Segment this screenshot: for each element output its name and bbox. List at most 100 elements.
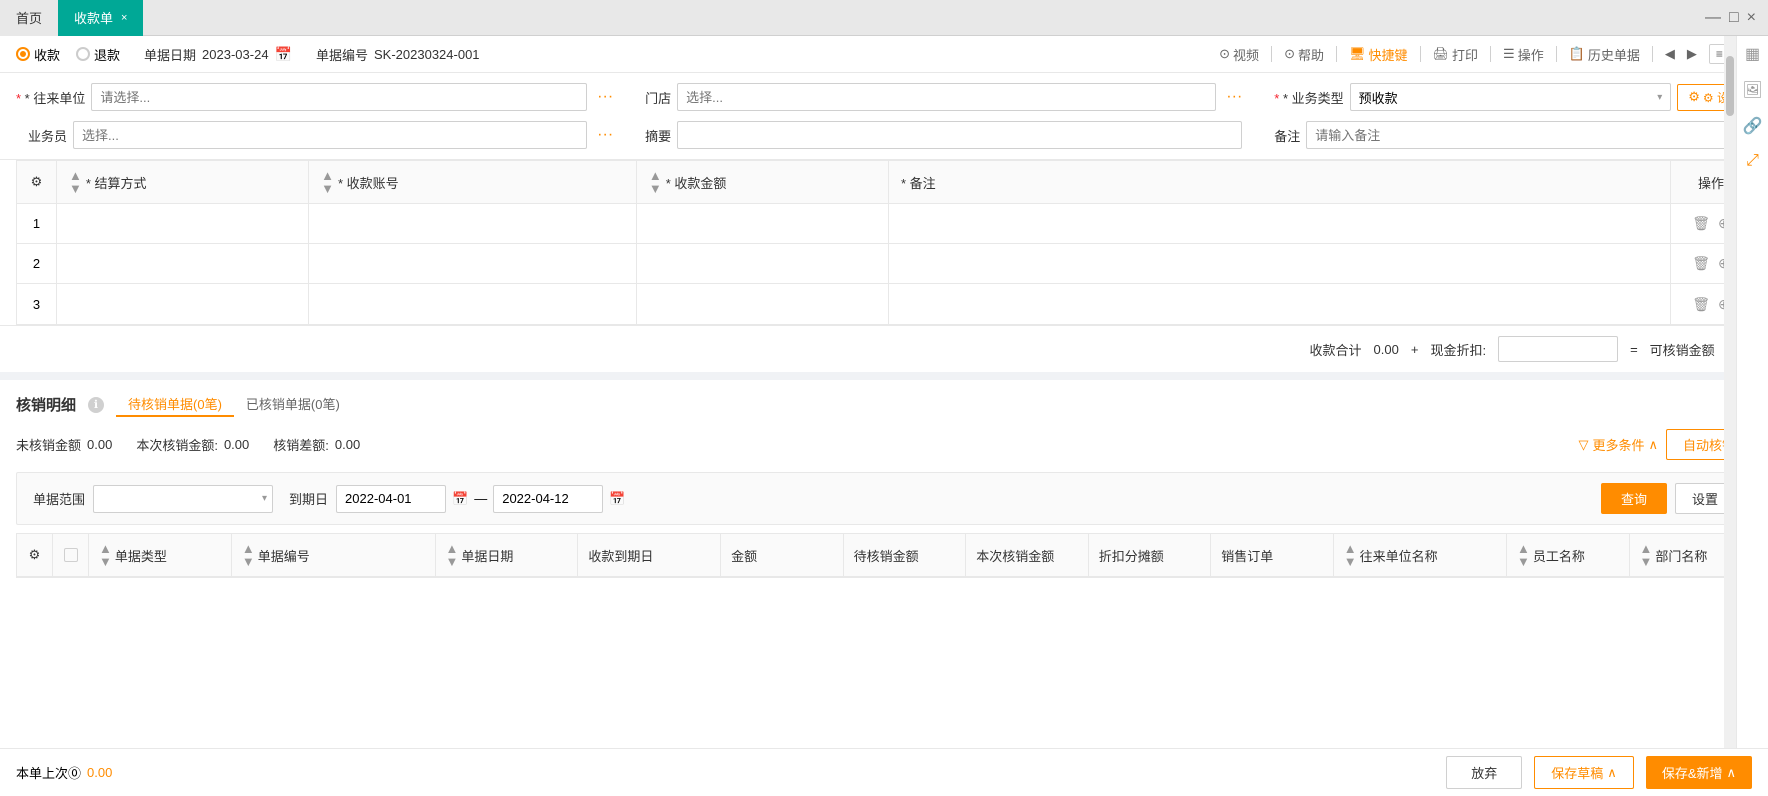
save-chevron-icon: ∧: [1726, 765, 1736, 781]
nav-next-icon[interactable]: ▶: [1687, 46, 1697, 62]
radio-refund[interactable]: 退款: [76, 45, 120, 64]
biz-type-chevron-icon: ▾: [1657, 92, 1662, 103]
form-fields: * 往来单位 ··· 门店 ··· * 业务类型 预收款 ▾ ⚙ ⚙ 设置: [0, 73, 1768, 160]
link-icon[interactable]: 🔗: [1743, 116, 1763, 136]
td-remark-3[interactable]: [889, 284, 1671, 324]
col-checkbox: [53, 534, 89, 576]
date-range-separator: —: [474, 491, 487, 506]
td-amount-1[interactable]: [637, 204, 889, 243]
right-sidebar: ▦ 🖼 🔗 ⤢: [1736, 36, 1768, 748]
stats-row: 未核销金额 0.00 本次核销金额: 0.00 核销差额: 0.00 ▽ 更多条…: [16, 429, 1752, 460]
expand-icon[interactable]: ⤢: [1746, 152, 1759, 170]
radio-receive[interactable]: 收款: [16, 45, 60, 64]
td-amount-2[interactable]: [637, 244, 889, 283]
td-no-3: 3: [17, 284, 57, 324]
save-draft-button[interactable]: 保存草稿 ∧: [1534, 756, 1634, 789]
col-remark-header: * 备注: [889, 161, 1671, 203]
tab-pending[interactable]: 待核销单据(0笔): [116, 392, 234, 417]
discard-button[interactable]: 放弃: [1446, 756, 1522, 789]
scrollbar[interactable]: [1724, 36, 1736, 748]
tab-bar: 首页 收款单 × — □ ×: [0, 0, 1768, 36]
sort-icon: ▲▼: [99, 542, 112, 568]
calendar-to-icon[interactable]: 📅: [609, 491, 625, 507]
tab-close-icon[interactable]: ×: [121, 12, 127, 24]
footer-carry: 本单上次⓪ 0.00: [16, 763, 112, 782]
window-close-icon[interactable]: ×: [1747, 9, 1756, 27]
td-remark-2[interactable]: [889, 244, 1671, 283]
td-no-1: 1: [17, 204, 57, 243]
partner-input[interactable]: [91, 83, 587, 111]
staff-input[interactable]: [73, 121, 587, 149]
calendar-from-icon[interactable]: 📅: [452, 491, 468, 507]
col-staff-header: ▲▼ 员工名称: [1507, 534, 1630, 576]
query-button[interactable]: 查询: [1601, 483, 1667, 514]
summary-input[interactable]: [677, 121, 1242, 149]
help-btn[interactable]: ⊙ 帮助: [1284, 45, 1324, 64]
store-field: 门店 ···: [645, 83, 1242, 111]
save-new-button[interactable]: 保存&新增 ∧: [1646, 756, 1752, 789]
sort-icon: ▲▼: [1640, 542, 1653, 568]
tab-done[interactable]: 已核销单据(0笔): [234, 392, 352, 417]
section-title: 核销明细 ℹ 待核销单据(0笔) 已核销单据(0笔): [16, 392, 1752, 417]
no-field: 单据编号 SK-20230324-001: [316, 45, 480, 64]
td-remark-1[interactable]: [889, 204, 1671, 243]
td-settle-1[interactable]: [57, 204, 309, 243]
bottom-table-header: ⚙ ▲▼ 单据类型 ▲▼ 单据编号 ▲▼ 单据日期 收款到: [17, 534, 1751, 577]
scrollbar-thumb[interactable]: [1726, 56, 1734, 116]
section-title-text: 核销明细: [16, 394, 76, 415]
col-account-header: ▲▼ * 收款账号: [309, 161, 637, 203]
operations-btn[interactable]: ☰ 操作: [1503, 45, 1544, 64]
notes-input[interactable]: [1306, 121, 1752, 149]
print-btn[interactable]: 🖨 打印: [1433, 45, 1479, 64]
discount-input[interactable]: [1498, 336, 1618, 362]
bottom-table: ⚙ ▲▼ 单据类型 ▲▼ 单据编号 ▲▼ 单据日期 收款到: [16, 533, 1752, 578]
date-field: 单据日期 2023-03-24 📅: [144, 45, 292, 64]
delete-icon[interactable]: 🗑: [1692, 255, 1710, 272]
sort-icon: ▲▼: [1517, 542, 1530, 568]
video-btn[interactable]: ⊙ 视频: [1219, 45, 1259, 64]
col-verify-header: 本次核销金额: [966, 534, 1089, 576]
td-amount-3[interactable]: [637, 284, 889, 324]
more-conditions-btn[interactable]: ▽ 更多条件 ∧: [1578, 435, 1658, 454]
history-btn[interactable]: 📋 历史单据: [1569, 45, 1640, 64]
staff-more-btn[interactable]: ···: [597, 126, 613, 144]
td-settle-2[interactable]: [57, 244, 309, 283]
info-icon[interactable]: ℹ: [88, 397, 104, 413]
settings-icon[interactable]: ⚙: [29, 547, 41, 563]
range-select[interactable]: [93, 485, 273, 513]
select-all-checkbox[interactable]: [64, 548, 78, 562]
window-max-icon[interactable]: □: [1729, 9, 1739, 27]
store-input[interactable]: [677, 83, 1216, 111]
discount-label: 现金折扣:: [1430, 340, 1486, 359]
table-icon[interactable]: ▦: [1745, 44, 1760, 64]
tab-home[interactable]: 首页: [0, 0, 58, 36]
date-to-input[interactable]: [493, 485, 603, 513]
td-account-1[interactable]: [309, 204, 637, 243]
delete-icon[interactable]: 🗑: [1692, 215, 1710, 232]
col-due-header: 收款到期日: [578, 534, 721, 576]
partner-more-btn[interactable]: ···: [597, 88, 613, 106]
notes-field: 备注: [1274, 121, 1752, 149]
delete-icon[interactable]: 🗑: [1692, 296, 1710, 313]
td-account-3[interactable]: [309, 284, 637, 324]
shortcut-btn[interactable]: 🖥 快捷键: [1349, 45, 1408, 64]
tab-active[interactable]: 收款单 ×: [58, 0, 143, 36]
verify-label: 可核销金额: [1650, 340, 1715, 359]
main-content: 收款 退款 单据日期 2023-03-24 📅 单据编号 SK-20230324…: [0, 36, 1768, 796]
filter-row: 单据范围 到期日 📅 — 📅 查询 设置: [16, 472, 1752, 525]
settings-icon: ⚙: [31, 174, 43, 190]
date-calendar-icon[interactable]: 📅: [275, 46, 292, 63]
td-settle-3[interactable]: [57, 284, 309, 324]
image-icon[interactable]: 🖼: [1742, 80, 1762, 100]
nav-prev-icon[interactable]: ◀: [1665, 46, 1675, 62]
table-header: ⚙ ▲▼ * 结算方式 ▲▼ * 收款账号 ▲▼ * 收款金额 * 备注: [17, 161, 1751, 204]
date-from-input[interactable]: [336, 485, 446, 513]
td-no-2: 2: [17, 244, 57, 283]
col-check: ⚙: [17, 534, 53, 576]
window-min-icon[interactable]: —: [1705, 9, 1721, 27]
sort-icon: ▲▼: [69, 169, 82, 195]
plus-sign: +: [1411, 342, 1419, 357]
td-account-2[interactable]: [309, 244, 637, 283]
store-more-btn[interactable]: ···: [1226, 88, 1242, 106]
col-setting-header[interactable]: ⚙: [17, 161, 57, 203]
